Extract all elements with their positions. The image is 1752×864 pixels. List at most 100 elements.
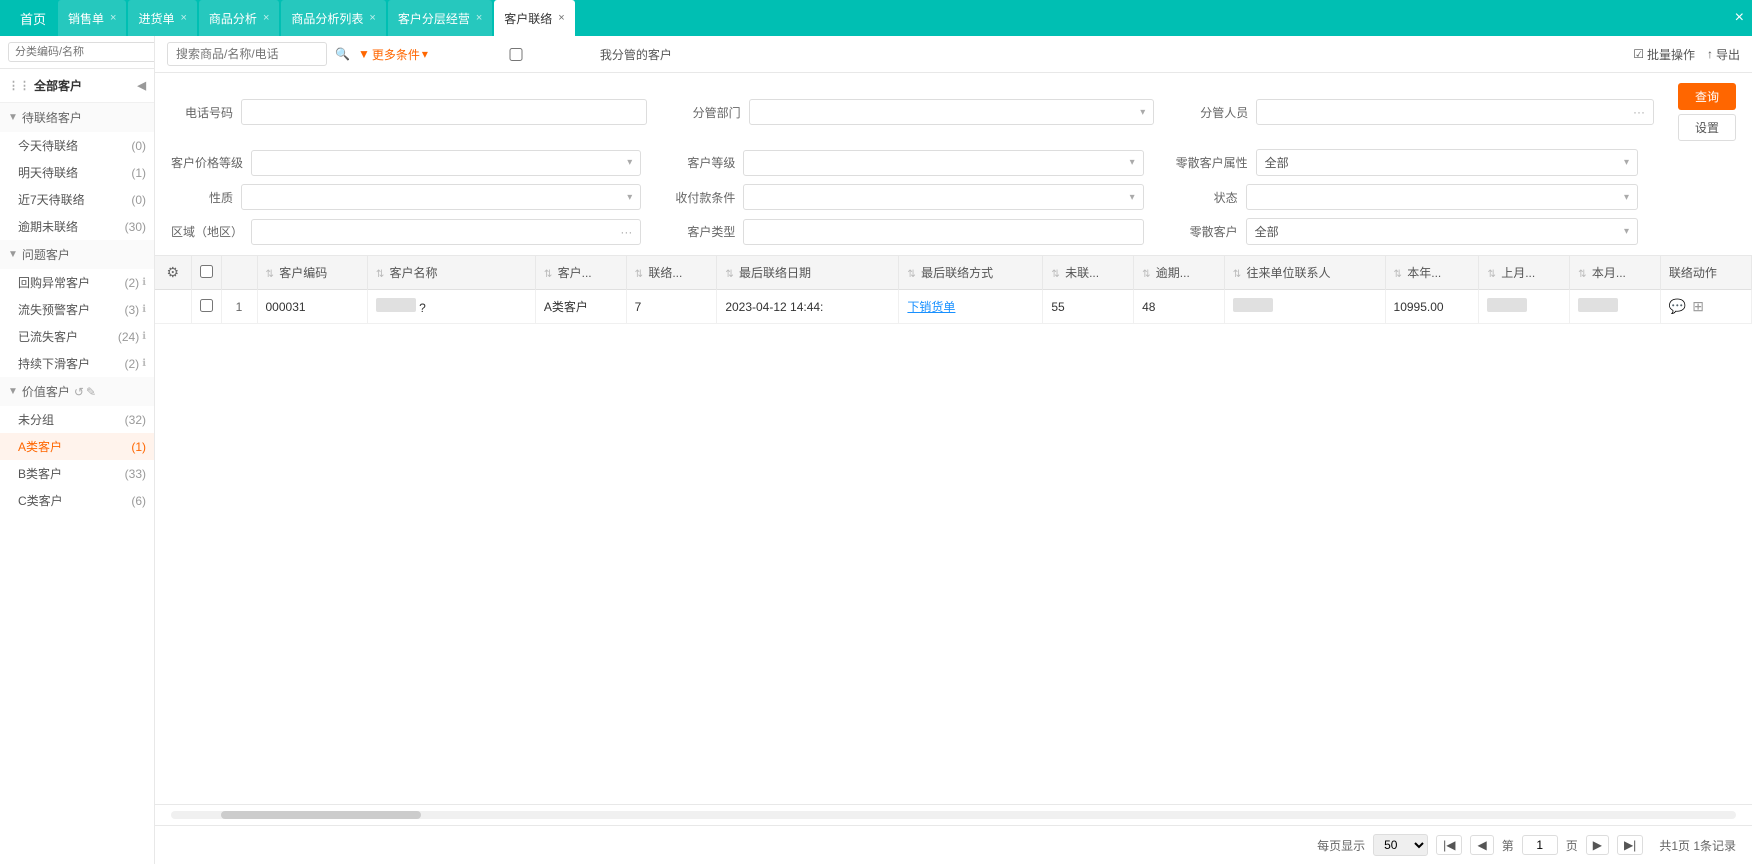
last-month-blurred [1487,298,1527,312]
status-arrow-icon: ▾ [1624,192,1629,203]
nav-tab-purchase[interactable]: 进货单 × [128,0,196,36]
sidebar-item-unclassified[interactable]: 未分组 (32) [0,406,154,433]
sidebar-item-b-class[interactable]: B类客户 (33) [0,460,154,487]
price-level-select[interactable]: ▾ [251,150,641,176]
close-all-button[interactable]: × [1735,9,1744,27]
prev-page-btn[interactable]: ◀ [1470,835,1493,855]
customer-level-select[interactable]: ▾ [743,150,1143,176]
main-search-input[interactable] [167,42,327,66]
sidebar-item-c-class[interactable]: C类客户 (6) [0,487,154,514]
next-page-btn[interactable]: ▶ [1586,835,1609,855]
value-edit-icon[interactable]: ✎ [86,385,96,399]
manager-input[interactable]: ··· [1256,99,1654,125]
sidebar-section-problem[interactable]: ▼ 问题客户 [0,240,154,269]
nav-tab-analysis[interactable]: 商品分析 × [199,0,279,36]
status-select[interactable]: ▾ [1246,184,1638,210]
setting-button[interactable]: 设置 [1678,114,1736,141]
sidebar-item-overdue[interactable]: 逾期未联络 (30) [0,213,154,240]
sidebar-item-declining[interactable]: 持续下滑客户 (2) ℹ [0,350,154,377]
nav-tab-customer-contact[interactable]: 客户联络 × [494,0,574,36]
dept-arrow-icon: ▾ [1140,107,1145,118]
my-customer-checkbox[interactable] [436,48,596,61]
sidebar-item-abnormal[interactable]: 回购异常客户 (2) ℹ [0,269,154,296]
sidebar-section-value[interactable]: ▼ 价值客户 ↺ ✎ [0,377,154,406]
qr-action-icon[interactable]: ⊞ [1692,298,1704,315]
horizontal-scrollbar-thumb[interactable] [221,811,421,819]
row-overdue-cell: 48 [1134,290,1225,324]
table-gear-icon[interactable]: ⚙ [166,264,179,281]
region-label: 区域（地区） [171,223,251,240]
retail-customer-field: 零散客户 全部▾ [1176,218,1646,245]
retail-customer-select[interactable]: 全部▾ [1246,218,1638,245]
payment-select[interactable]: ▾ [743,184,1143,210]
nav-tab-customer-contact-close[interactable]: × [558,12,564,24]
nav-tab-analysis-list-close[interactable]: × [369,12,375,24]
retail-attr-select[interactable]: 全部▾ [1256,149,1638,176]
nature-select[interactable]: ▾ [241,184,641,210]
sidebar-search-input[interactable] [8,42,155,62]
7days-pending-label: 近7天待联络 [18,191,85,208]
num-column-header [221,256,257,290]
nav-tab-purchase-close[interactable]: × [180,12,186,24]
nav-tab-customer-mgmt-close[interactable]: × [476,12,482,24]
last-page-btn[interactable]: ▶| [1617,835,1643,855]
nav-home[interactable]: 首页 [8,9,58,28]
sidebar-item-today[interactable]: 今天待联络 (0) [0,132,154,159]
customer-type-input[interactable] [743,219,1143,245]
more-conditions-btn[interactable]: ▼ 更多条件 ▾ [358,46,428,63]
nav-tab-analysis-list[interactable]: 商品分析列表 × [281,0,385,36]
sidebar-all-customers-label[interactable]: 全部客户 [34,77,82,94]
last-date-sort-icon: ⇅ [725,269,733,280]
query-button[interactable]: 查询 [1678,83,1736,110]
customer-type-field: 客户类型 [673,219,1143,245]
payment-field: 收付款条件 ▾ [673,184,1143,210]
phone-input[interactable] [241,99,647,125]
status-field: 状态 ▾ [1176,184,1646,210]
chat-action-icon[interactable]: 💬 [1669,298,1686,315]
this-year-sort-icon: ⇅ [1394,269,1402,280]
this-month-sort-icon: ⇅ [1578,269,1586,280]
per-page-select[interactable]: 50 100 200 [1373,834,1428,856]
action-column-header: 联络动作 [1660,256,1751,290]
horizontal-scrollbar[interactable] [171,811,1736,819]
sidebar-section-pending[interactable]: ▼ 待联络客户 [0,103,154,132]
this-month-column-label: 本月... [1592,266,1626,280]
contact-column-label: 联络... [648,266,682,280]
last-way-link[interactable]: 下销货单 [907,300,955,314]
nav-tab-sales-close[interactable]: × [110,12,116,24]
churned-label: 已流失客户 [18,328,78,345]
type-column-label: 客户... [558,266,592,280]
row-checkbox[interactable] [200,299,213,312]
row-action-cell: 💬 ⊞ [1660,290,1751,324]
sidebar-item-tomorrow[interactable]: 明天待联络 (1) [0,159,154,186]
code-column-label: 客户编码 [279,266,327,280]
dept-select[interactable]: ▾ [749,99,1155,125]
export-btn[interactable]: ↑ 导出 [1707,46,1740,63]
nav-tab-analysis-label: 商品分析 [209,10,257,27]
manager-label: 分管人员 [1186,104,1256,121]
form-row-4: 区域（地区） ··· 客户类型 零散客户 全部▾ [171,218,1736,245]
form-row-2: 客户价格等级 ▾ 客户等级 ▾ 零散客户属性 全部▾ [171,149,1736,176]
region-input[interactable]: ··· [251,219,641,245]
nav-tab-sales[interactable]: 销售单 × [58,0,126,36]
page-input[interactable] [1522,835,1558,855]
batch-op-btn[interactable]: ☑ 批量操作 [1633,46,1695,63]
form-row-1: 电话号码 分管部门 ▾ 分管人员 ··· [171,83,1736,141]
select-all-checkbox[interactable] [200,265,213,278]
search-form: 电话号码 分管部门 ▾ 分管人员 ··· [155,73,1752,256]
sidebar-item-a-class[interactable]: A类客户 (1) [0,433,154,460]
table-container: ⚙ ⇅ 客户编码 ⇅ 客户名称 [155,256,1752,804]
nav-tab-analysis-close[interactable]: × [263,12,269,24]
my-customer-checkbox-label[interactable]: 我分管的客户 [436,46,672,63]
first-page-btn[interactable]: |◀ [1436,835,1462,855]
row-this-year-cell: 10995.00 [1385,290,1479,324]
status-label: 状态 [1176,189,1246,206]
sidebar-item-churn-warning[interactable]: 流失预警客户 (3) ℹ [0,296,154,323]
sidebar-item-churned[interactable]: 已流失客户 (24) ℹ [0,323,154,350]
name-column-header: ⇅ 客户名称 [367,256,535,290]
nav-tab-customer-mgmt[interactable]: 客户分层经营 × [388,0,492,36]
sidebar-item-7days[interactable]: 近7天待联络 (0) [0,186,154,213]
main-search-icon[interactable]: 🔍 [335,47,350,61]
value-refresh-icon[interactable]: ↺ [74,385,84,399]
sidebar-collapse-btn[interactable]: ◀ [138,79,146,92]
